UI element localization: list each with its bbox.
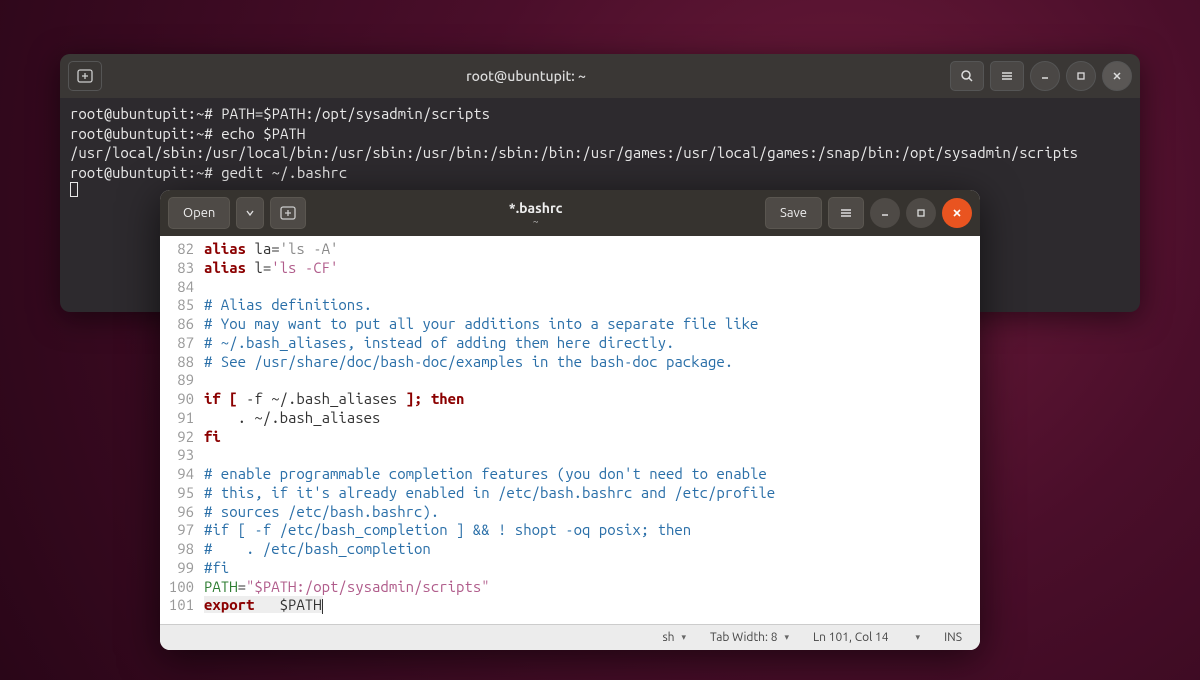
minimize-button[interactable] (1030, 61, 1060, 91)
hamburger-menu-button[interactable] (828, 197, 864, 229)
maximize-button[interactable] (906, 198, 936, 228)
gedit-header: Open *.bashrc ~ Save (160, 190, 980, 236)
tab-width-selector[interactable]: Tab Width: 8 (710, 631, 789, 644)
gedit-window: Open *.bashrc ~ Save 82 83 84 85 86 87 8… (160, 190, 980, 650)
open-button[interactable]: Open (168, 197, 230, 229)
close-button[interactable] (942, 198, 972, 228)
line-number-gutter: 82 83 84 85 86 87 88 89 90 91 92 93 94 9… (160, 236, 198, 624)
code-content[interactable]: alias la='ls -A' alias l='ls -CF' # Alia… (198, 236, 980, 624)
new-tab-button[interactable] (68, 61, 102, 91)
document-path: ~ (533, 216, 539, 227)
terminal-title: root@ubuntupit: ~ (102, 68, 950, 84)
cursor-position-dropdown[interactable] (913, 632, 921, 643)
document-title: *.bashrc ~ (312, 200, 759, 227)
maximize-button[interactable] (1066, 61, 1096, 91)
save-button[interactable]: Save (765, 197, 822, 229)
document-filename: *.bashrc (509, 200, 563, 216)
close-button[interactable] (1102, 61, 1132, 91)
minimize-button[interactable] (870, 198, 900, 228)
hamburger-menu-button[interactable] (990, 61, 1024, 91)
cursor-position: Ln 101, Col 14 (813, 631, 889, 644)
status-bar: sh Tab Width: 8 Ln 101, Col 14 INS (160, 624, 980, 650)
open-recent-dropdown[interactable] (236, 197, 264, 229)
insert-mode[interactable]: INS (944, 631, 962, 644)
terminal-titlebar: root@ubuntupit: ~ (60, 54, 1140, 98)
language-selector[interactable]: sh (662, 631, 686, 644)
new-document-button[interactable] (270, 197, 306, 229)
editor-area[interactable]: 82 83 84 85 86 87 88 89 90 91 92 93 94 9… (160, 236, 980, 624)
search-button[interactable] (950, 61, 984, 91)
